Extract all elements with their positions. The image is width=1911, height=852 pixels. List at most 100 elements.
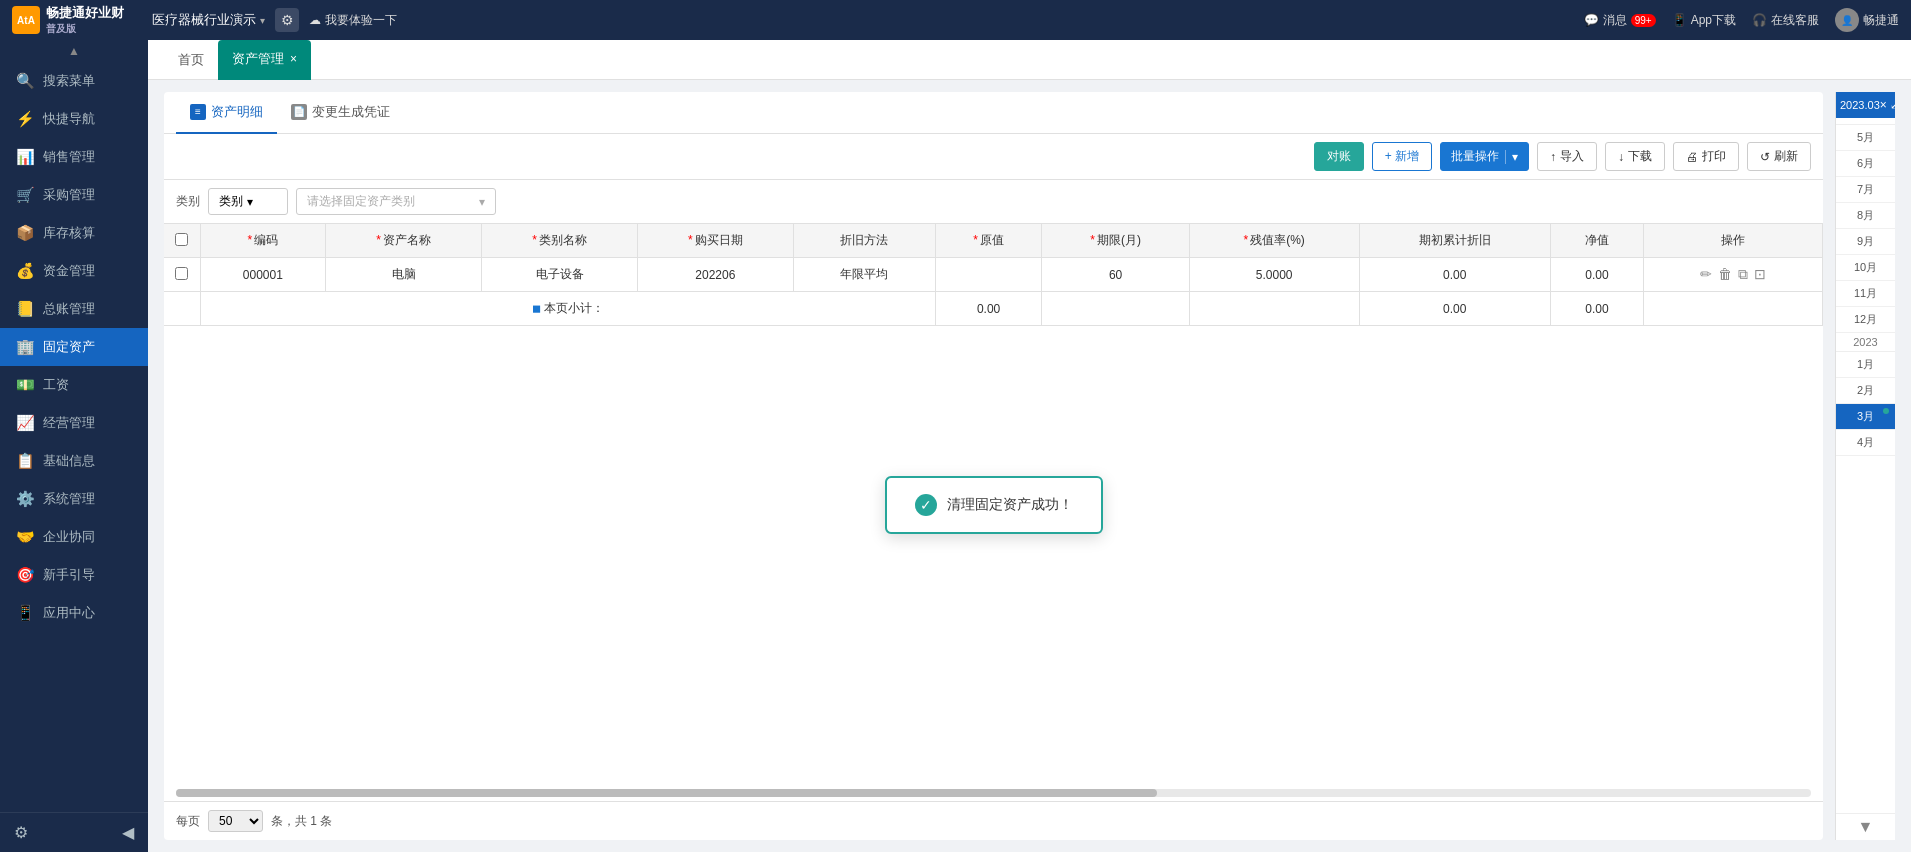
timeline-expand-icon[interactable]: ⤢	[1890, 98, 1895, 112]
tl-month-2022-12[interactable]: 12月	[1836, 307, 1895, 333]
col-action: 操作	[1643, 224, 1822, 258]
category-type-value: 类别	[219, 193, 243, 210]
print-button[interactable]: 🖨 打印	[1673, 142, 1739, 171]
sidebar-item-search[interactable]: 🔍 搜索菜单	[0, 62, 148, 100]
sidebar-item-enterprise[interactable]: 🤝 企业协同	[0, 518, 148, 556]
company-name[interactable]: 医疗器械行业演示 ▾	[152, 11, 265, 29]
row-checkbox[interactable]	[175, 267, 188, 280]
sidebar-label-system: 系统管理	[43, 490, 95, 508]
settings-icon[interactable]: ⚙	[275, 8, 299, 32]
app-center-icon: 📱	[16, 604, 35, 622]
sidebar-item-sales[interactable]: 📊 销售管理	[0, 138, 148, 176]
app-download-btn[interactable]: 📱 App下载	[1672, 12, 1736, 29]
messages-badge: 99+	[1631, 14, 1656, 27]
tl-month-2022-9[interactable]: 9月	[1836, 229, 1895, 255]
tl-month-2023-4[interactable]: 4月	[1836, 430, 1895, 456]
sidebar-item-finance[interactable]: 💰 资金管理	[0, 252, 148, 290]
subtotal-label-cell: ◼ 本页小计：	[200, 292, 935, 326]
col-accumulated: 期初累计折旧	[1359, 224, 1551, 258]
sidebar-label-operations: 经营管理	[43, 414, 95, 432]
logo-title: 畅捷通好业财	[46, 4, 124, 22]
cell-depreciation: 年限平均	[793, 258, 935, 292]
tl-month-2023-1[interactable]: 1月	[1836, 352, 1895, 378]
sidebar-item-purchase[interactable]: 🛒 采购管理	[0, 176, 148, 214]
category-filter-label: 类别	[176, 193, 200, 210]
col-original-value: *原值	[935, 224, 1041, 258]
sidebar-item-ledger[interactable]: 📒 总账管理	[0, 290, 148, 328]
sidebar-item-inventory[interactable]: 📦 库存核算	[0, 214, 148, 252]
select-all-checkbox[interactable]	[175, 233, 188, 246]
category-type-select[interactable]: 类别 ▾	[208, 188, 288, 215]
operations-icon: 📈	[16, 414, 35, 432]
per-page-select[interactable]: 50 10 20 100	[208, 810, 263, 832]
fixed-assets-icon: 🏢	[16, 338, 35, 356]
tl-month-2022-5[interactable]: 5月	[1836, 125, 1895, 151]
tl-month-2023-3[interactable]: 3月	[1836, 404, 1895, 430]
messages-btn[interactable]: 💬 消息 99+	[1584, 12, 1656, 29]
online-service-btn[interactable]: 🎧 在线客服	[1752, 12, 1819, 29]
col-residual-rate: *残值率(%)	[1189, 224, 1359, 258]
table-header: *编码 *资产名称 *类别名称 *购买日期 折旧方法 *原值 *期限(月) *残…	[164, 224, 1823, 258]
batch-ops-button[interactable]: 批量操作 ▾	[1440, 142, 1529, 171]
experience-btn[interactable]: ☁ 我要体验一下	[309, 12, 397, 29]
assets-table: *编码 *资产名称 *类别名称 *购买日期 折旧方法 *原值 *期限(月) *残…	[164, 224, 1823, 326]
subtotal-net: 0.00	[1551, 292, 1644, 326]
import-icon: ↑	[1550, 150, 1556, 164]
category-type-chevron: ▾	[247, 195, 253, 209]
sidebar-item-guide[interactable]: 🎯 新手引导	[0, 556, 148, 594]
tl-month-2022-6[interactable]: 6月	[1836, 151, 1895, 177]
tl-month-2023-2[interactable]: 2月	[1836, 378, 1895, 404]
tab-close-icon[interactable]: ×	[290, 52, 297, 66]
download-button[interactable]: ↓ 下载	[1605, 142, 1665, 171]
tl-month-2022-7[interactable]: 7月	[1836, 177, 1895, 203]
asset-detail-icon: ≡	[190, 104, 206, 120]
sidebar-item-quick-nav[interactable]: ⚡ 快捷导航	[0, 100, 148, 138]
sidebar-item-system[interactable]: ⚙️ 系统管理	[0, 480, 148, 518]
sidebar-item-basic-info[interactable]: 📋 基础信息	[0, 442, 148, 480]
basic-info-icon: 📋	[16, 452, 35, 470]
row-checkbox-cell[interactable]	[164, 258, 200, 292]
sales-icon: 📊	[16, 148, 35, 166]
refresh-button[interactable]: ↺ 刷新	[1747, 142, 1811, 171]
tl-month-2022-11[interactable]: 11月	[1836, 281, 1895, 307]
page-body: ≡ 资产明细 📄 变更生成凭证 对账 + 新增	[148, 80, 1911, 852]
tl-month-2022-10[interactable]: 10月	[1836, 255, 1895, 281]
sidebar-item-payroll[interactable]: 💵 工资	[0, 366, 148, 404]
sidebar-label-sales: 销售管理	[43, 148, 95, 166]
user-avatar[interactable]: 👤 畅捷通	[1835, 8, 1899, 32]
action-buttons: ✏ 🗑 ⧉ ⊡	[1654, 266, 1812, 283]
cell-action: ✏ 🗑 ⧉ ⊡	[1643, 258, 1822, 292]
import-button[interactable]: ↑ 导入	[1537, 142, 1597, 171]
category-input[interactable]: 请选择固定资产类别 ▾	[296, 188, 496, 215]
header-row: *编码 *资产名称 *类别名称 *购买日期 折旧方法 *原值 *期限(月) *残…	[164, 224, 1823, 258]
cell-code: 000001	[200, 258, 326, 292]
scrollbar-thumb[interactable]	[176, 789, 1157, 797]
settings-bottom-icon[interactable]: ⚙	[14, 823, 28, 842]
horizontal-scrollbar[interactable]	[176, 789, 1811, 797]
tab-asset-management[interactable]: 资产管理 ×	[218, 40, 311, 80]
edit-button[interactable]: ✏	[1700, 266, 1712, 283]
sidebar-item-fixed-assets[interactable]: 🏢 固定资产	[0, 328, 148, 366]
sub-tab-asset-detail[interactable]: ≡ 资产明细	[176, 92, 277, 134]
tab-home[interactable]: 首页	[164, 40, 218, 80]
category-placeholder: 请选择固定资产类别	[307, 193, 415, 210]
timeline-close-icon[interactable]: ×	[1880, 98, 1887, 112]
sidebar-item-operations[interactable]: 📈 经营管理	[0, 404, 148, 442]
copy-button[interactable]: ⧉	[1738, 266, 1748, 283]
tl-month-2022-8[interactable]: 8月	[1836, 203, 1895, 229]
timeline-title: 2023.03	[1840, 99, 1880, 111]
header-checkbox[interactable]	[164, 224, 200, 258]
sub-tab-change-voucher[interactable]: 📄 变更生成凭证	[277, 92, 404, 134]
sidebar-scroll-up[interactable]: ▲	[0, 40, 148, 62]
sidebar-item-app-center[interactable]: 📱 应用中心	[0, 594, 148, 632]
purchase-icon: 🛒	[16, 186, 35, 204]
timeline-scroll-down[interactable]: ▼	[1836, 813, 1895, 840]
sidebar-label-basic-info: 基础信息	[43, 452, 95, 470]
reconcile-button[interactable]: 对账	[1314, 142, 1364, 171]
cell-purchase-date: 202206	[637, 258, 793, 292]
sidebar-label-purchase: 采购管理	[43, 186, 95, 204]
more-button[interactable]: ⊡	[1754, 266, 1766, 283]
collapse-icon[interactable]: ◀	[122, 823, 134, 842]
new-button[interactable]: + 新增	[1372, 142, 1432, 171]
delete-button[interactable]: 🗑	[1718, 266, 1732, 283]
